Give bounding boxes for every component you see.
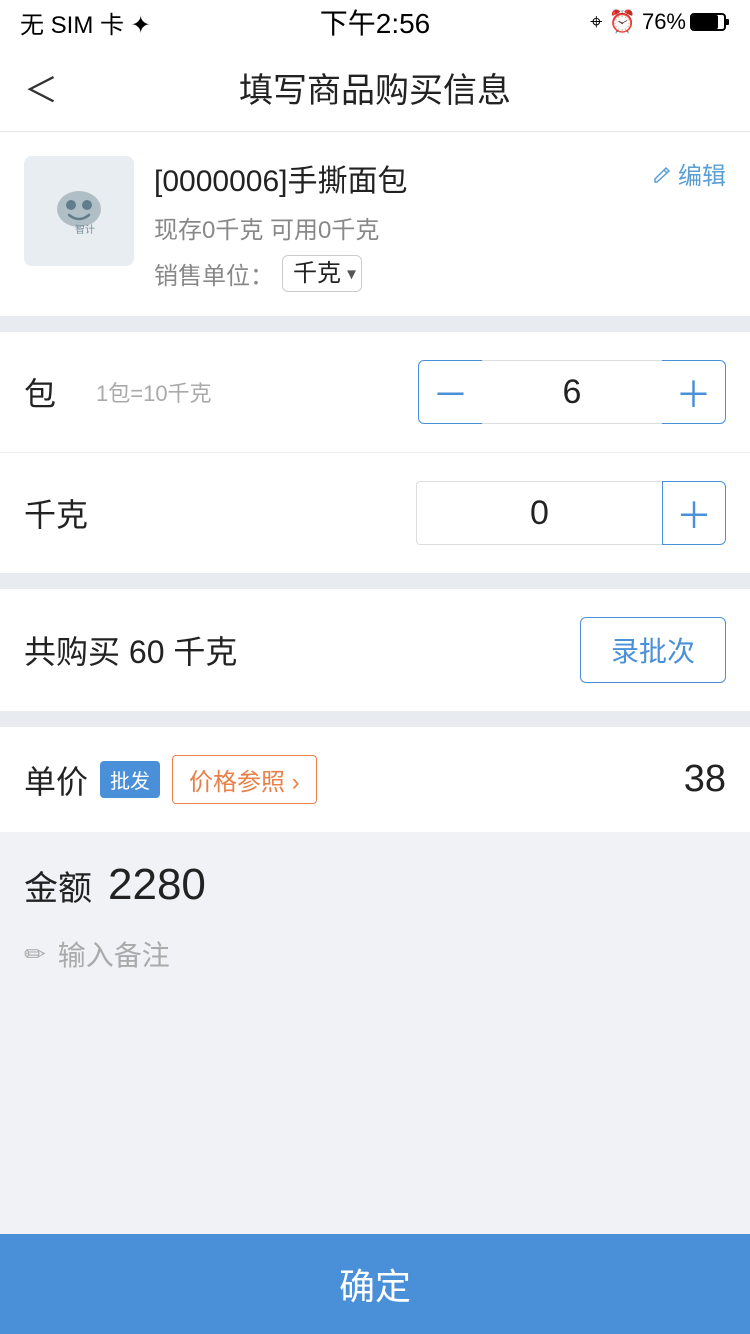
note-row[interactable]: ✏ 输入备注 bbox=[24, 914, 726, 994]
note-text: 输入备注 bbox=[58, 934, 170, 974]
bao-qty-input[interactable] bbox=[482, 360, 662, 424]
unit-select-wrap[interactable]: 千克 包 bbox=[282, 255, 362, 292]
location-icon: ⌖ bbox=[590, 9, 602, 35]
edit-button[interactable]: 编辑 bbox=[652, 156, 726, 191]
product-card: 智计 [0000006]手撕面包 编辑 现存0千克 可用0千克 销售单位： 千克… bbox=[0, 132, 750, 316]
amount-section: 金额 2280 ✏ 输入备注 bbox=[0, 832, 750, 994]
total-row: 共购买 60 千克 录批次 bbox=[0, 589, 750, 711]
kg-label: 千克 bbox=[24, 490, 88, 536]
price-ref-button[interactable]: 价格参照 › bbox=[172, 755, 317, 804]
price-label: 单价 bbox=[24, 757, 88, 803]
bao-plus-button[interactable]: ＋ bbox=[662, 360, 726, 424]
edit-icon bbox=[652, 163, 674, 185]
price-left: 单价 批发 价格参照 › bbox=[24, 755, 317, 804]
product-logo-icon: 智计 bbox=[49, 181, 109, 241]
status-left: 无 SIM 卡 ✦ bbox=[20, 5, 151, 40]
confirm-button[interactable]: 确定 bbox=[0, 1234, 750, 1334]
unit-label: 销售单位： bbox=[154, 256, 274, 291]
note-icon: ✏ bbox=[24, 939, 46, 970]
bao-hint: 1包=10千克 bbox=[96, 376, 418, 408]
bao-minus-button[interactable]: － bbox=[418, 360, 482, 424]
price-section: 单价 批发 价格参照 › 38 bbox=[0, 727, 750, 832]
product-name: [0000006]手撕面包 bbox=[154, 156, 407, 200]
divider-2 bbox=[0, 573, 750, 589]
pifa-tag: 批发 bbox=[100, 761, 160, 798]
status-bar: 无 SIM 卡 ✦ 下午2:56 ⌖ ⏰ 76% bbox=[0, 0, 750, 44]
divider-1 bbox=[0, 316, 750, 332]
battery-indicator: 76% bbox=[642, 9, 730, 35]
main-content-area bbox=[0, 994, 750, 1234]
product-stock: 现存0千克 可用0千克 bbox=[154, 210, 726, 245]
svg-text:智计: 智计 bbox=[75, 223, 95, 236]
page-header: ＜ 填写商品购买信息 bbox=[0, 44, 750, 132]
product-header-row: [0000006]手撕面包 编辑 bbox=[154, 156, 726, 200]
total-text: 共购买 60 千克 bbox=[24, 627, 237, 673]
amount-row: 金额 2280 bbox=[24, 860, 726, 910]
sim-status: 无 SIM 卡 ✦ bbox=[20, 5, 151, 40]
status-right: ⌖ ⏰ 76% bbox=[590, 9, 730, 35]
back-button[interactable]: ＜ bbox=[24, 63, 58, 112]
product-thumbnail: 智计 bbox=[24, 156, 134, 266]
bao-qty-controls: － ＋ bbox=[418, 360, 726, 424]
divider-3 bbox=[0, 711, 750, 727]
kg-plus-button[interactable]: ＋ bbox=[662, 481, 726, 545]
batch-button[interactable]: 录批次 bbox=[580, 617, 726, 683]
status-time: 下午2:56 bbox=[320, 2, 431, 42]
battery-icon bbox=[690, 12, 730, 32]
unit-select[interactable]: 千克 包 bbox=[282, 255, 362, 292]
product-unit-row: 销售单位： 千克 包 bbox=[154, 255, 726, 292]
amount-label: 金额 bbox=[24, 861, 92, 910]
page-title: 填写商品购买信息 bbox=[239, 63, 511, 112]
bao-quantity-row: 包 1包=10千克 － ＋ bbox=[0, 332, 750, 453]
kg-qty-controls: ＋ bbox=[416, 481, 726, 545]
bao-label: 包 bbox=[24, 369, 84, 415]
alarm-icon: ⏰ bbox=[609, 9, 636, 35]
product-info: [0000006]手撕面包 编辑 现存0千克 可用0千克 销售单位： 千克 包 bbox=[154, 156, 726, 292]
price-value: 38 bbox=[684, 758, 726, 801]
amount-value: 2280 bbox=[108, 860, 206, 910]
battery-percent: 76% bbox=[642, 9, 686, 35]
kg-qty-input[interactable] bbox=[416, 481, 662, 545]
quantity-section: 包 1包=10千克 － ＋ 千克 ＋ bbox=[0, 332, 750, 573]
edit-label: 编辑 bbox=[678, 156, 726, 191]
kg-quantity-row: 千克 ＋ bbox=[0, 453, 750, 573]
